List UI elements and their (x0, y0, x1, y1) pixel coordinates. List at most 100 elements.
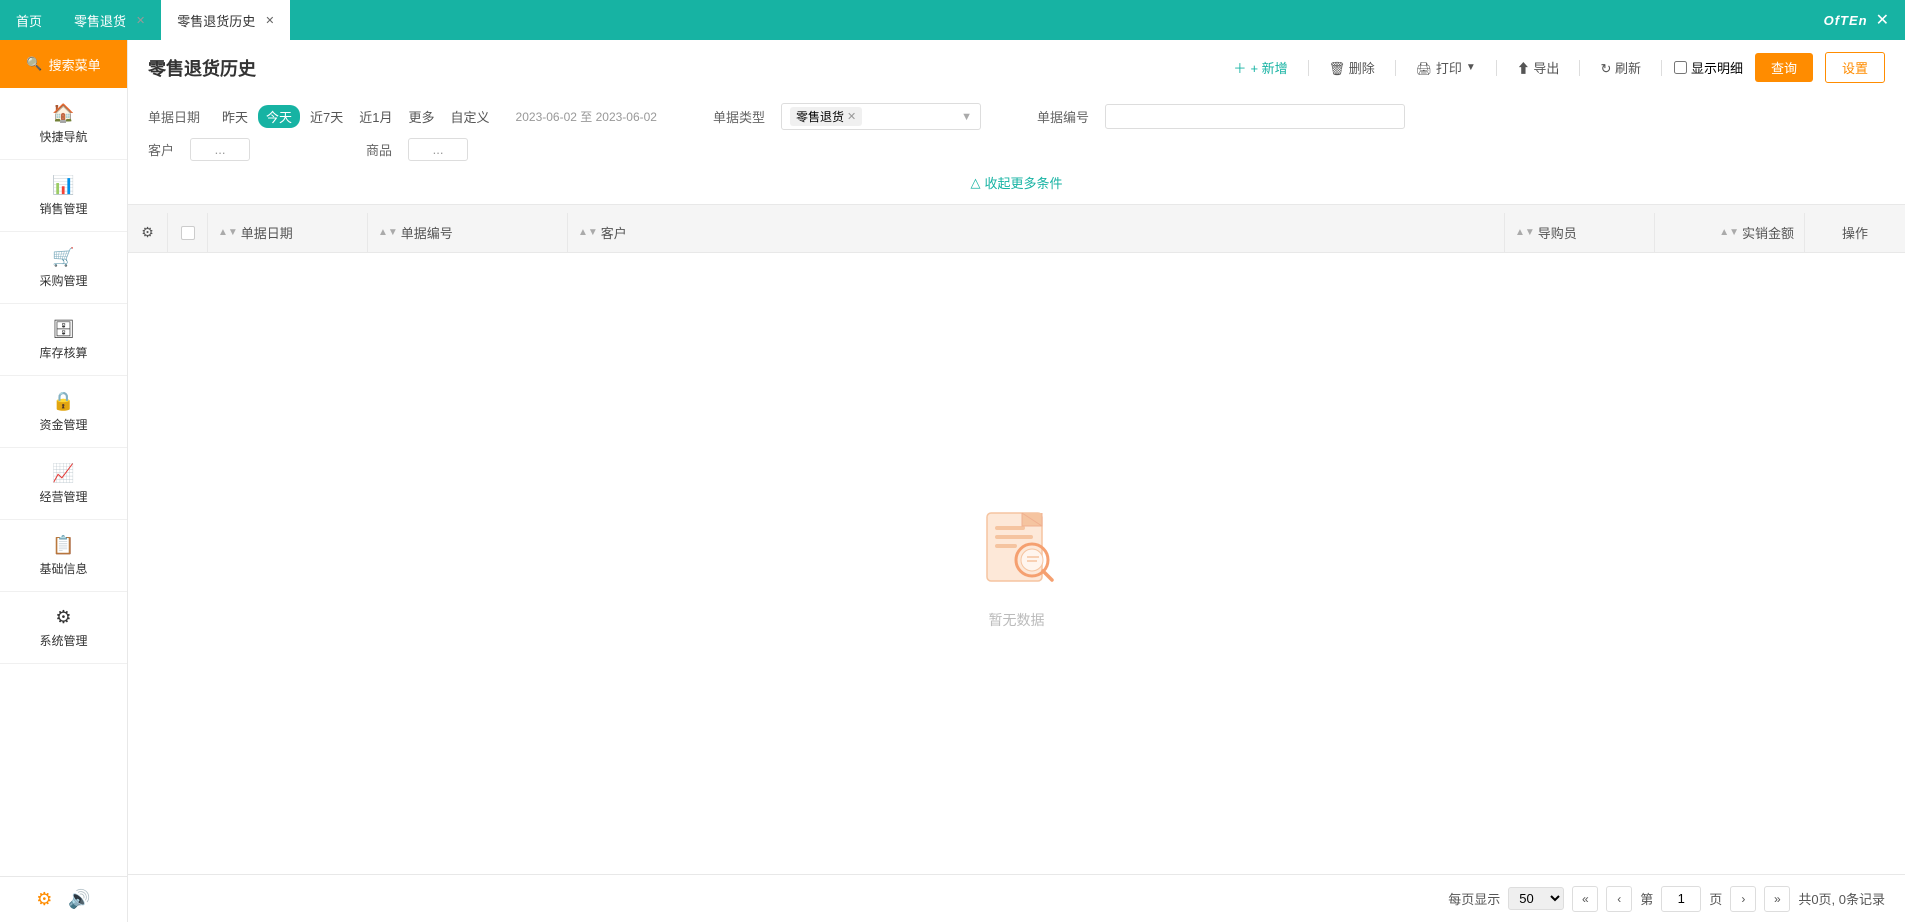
sidebar-item-operations-mgmt[interactable]: 📈 经营管理 (0, 448, 127, 520)
delete-label: 🗑 删除 (1329, 58, 1375, 77)
th-operation: 操作 (1805, 213, 1905, 252)
doc-number-label: 单据编号 (1037, 107, 1089, 126)
customer-picker[interactable]: ... (190, 138, 250, 161)
empty-text: 暂无数据 (989, 610, 1045, 630)
sidebar-item-basic-info[interactable]: 📋 基础信息 (0, 520, 127, 592)
th-customer-label: 客户 (601, 223, 627, 242)
collapse-button[interactable]: △ 收起更多条件 (958, 169, 1074, 196)
refresh-button[interactable]: ↻ 刷新 (1592, 54, 1649, 81)
doc-type-dropdown-icon: ▼ (961, 111, 972, 123)
th-date: ▲▼ 单据日期 (208, 213, 368, 252)
sidebar-item-sales-mgmt[interactable]: 📊 销售管理 (0, 160, 127, 232)
table-area: ⚙ ▲▼ 单据日期 ▲▼ 单据编号 ▲▼ 客户 ▲▼ (128, 213, 1905, 874)
export-button[interactable]: ⬆ 导出 (1509, 54, 1568, 81)
toolbar-divider-3 (1496, 60, 1497, 76)
sidebar-item-fund-mgmt[interactable]: 🔒 资金管理 (0, 376, 127, 448)
th-checkbox[interactable] (168, 213, 208, 252)
th-customer: ▲▼ 客户 (568, 213, 1505, 252)
th-number: ▲▼ 单据编号 (368, 213, 568, 252)
tab-home[interactable]: 首页 (0, 0, 58, 40)
operations-mgmt-icon: 📈 (53, 462, 75, 484)
settings-bottom-icon[interactable]: ⚙ (36, 889, 52, 910)
sort-amount-icon[interactable]: ▲▼ (1719, 228, 1739, 238)
purchase-mgmt-icon: 🛒 (53, 246, 75, 268)
date-filter-label: 单据日期 (148, 107, 200, 126)
last-page-button[interactable]: » (1764, 886, 1790, 912)
next-page-button[interactable]: › (1730, 886, 1756, 912)
date-opt-custom[interactable]: 自定义 (445, 105, 496, 128)
print-label: 🖨 打印 (1416, 58, 1462, 77)
tab-retail-return-label: 零售退货 (74, 11, 126, 30)
date-opt-last7[interactable]: 近7天 (304, 105, 349, 128)
product-picker[interactable]: ... (408, 138, 468, 161)
audio-bottom-icon[interactable]: 🔊 (68, 889, 90, 910)
window-close-icon[interactable]: ✕ (1876, 10, 1889, 30)
filter-row-1: 单据日期 昨天 今天 近7天 近1月 更多 自定义 2023-06-02 至 2… (148, 103, 1885, 130)
collapse-icon: △ (970, 175, 980, 191)
sort-date-icon[interactable]: ▲▼ (218, 228, 238, 238)
content-area: 零售退货历史 ＋ + 新增 🗑 删除 🖨 打印 ▼ (128, 40, 1905, 922)
select-all-checkbox[interactable] (181, 226, 195, 240)
sidebar-item-fund-mgmt-label: 资金管理 (39, 416, 87, 433)
date-opt-today[interactable]: 今天 (258, 105, 300, 128)
settings-button[interactable]: 设置 (1825, 52, 1885, 83)
sidebar-item-quick-nav[interactable]: 🏠 快捷导航 (0, 88, 127, 160)
sidebar-search-label: 搜索菜单 (49, 55, 101, 74)
new-button[interactable]: ＋ + 新增 (1225, 54, 1295, 81)
settings-label: 设置 (1842, 61, 1868, 76)
first-page-button[interactable]: « (1572, 886, 1598, 912)
empty-state: 暂无数据 (128, 253, 1905, 874)
sidebar-item-purchase-mgmt[interactable]: 🛒 采购管理 (0, 232, 127, 304)
doc-type-select[interactable]: 零售退货 ✕ ▼ (781, 103, 981, 130)
quick-nav-icon: 🏠 (53, 102, 75, 124)
page-label: 第 (1640, 889, 1653, 908)
th-operation-label: 操作 (1842, 223, 1868, 242)
page-number-input[interactable] (1661, 886, 1701, 912)
th-settings[interactable]: ⚙ (128, 213, 168, 252)
filter-row-2: 客户 ... 商品 ... (148, 138, 1885, 161)
show-detail-checkbox[interactable] (1674, 61, 1687, 74)
show-detail-checkbox-label[interactable]: 显示明细 (1674, 58, 1743, 77)
sidebar-item-inventory-calc[interactable]: 🗄 库存核算 (0, 304, 127, 376)
th-number-label: 单据编号 (401, 223, 453, 242)
sort-customer-icon[interactable]: ▲▼ (578, 228, 598, 238)
tab-retail-return-history-close[interactable]: ✕ (265, 14, 274, 27)
th-amount: ▲▼ 实销金额 (1655, 213, 1805, 252)
collapse-label: 收起更多条件 (984, 173, 1062, 192)
date-opt-last1m[interactable]: 近1月 (353, 105, 398, 128)
page-unit: 页 (1709, 889, 1722, 908)
print-button[interactable]: 🖨 打印 ▼ (1408, 54, 1484, 81)
sidebar-item-system-mgmt[interactable]: ⚙ 系统管理 (0, 592, 127, 664)
query-button[interactable]: 查询 (1755, 53, 1813, 82)
date-range-display: 2023-06-02 至 2023-06-02 (516, 108, 657, 125)
sidebar-item-inventory-calc-label: 库存核算 (39, 344, 87, 361)
doc-type-tag-close[interactable]: ✕ (847, 110, 856, 123)
sort-number-icon[interactable]: ▲▼ (378, 228, 398, 238)
show-detail-label: 显示明细 (1691, 58, 1743, 77)
top-bar-right: OfTEn ✕ (1824, 10, 1905, 30)
tab-retail-return-close[interactable]: ✕ (136, 14, 145, 27)
delete-button[interactable]: 🗑 删除 (1321, 54, 1383, 81)
tab-retail-return[interactable]: 零售退货 ✕ (58, 0, 161, 40)
query-label: 查询 (1771, 58, 1797, 77)
column-settings-icon[interactable]: ⚙ (141, 224, 154, 241)
product-label: 商品 (366, 140, 392, 159)
sidebar-search[interactable]: 🔍 搜索菜单 (0, 40, 127, 88)
page-header: 零售退货历史 ＋ + 新增 🗑 删除 🖨 打印 ▼ (128, 40, 1905, 205)
filter-area: 单据日期 昨天 今天 近7天 近1月 更多 自定义 2023-06-02 至 2… (148, 93, 1885, 196)
fund-mgmt-icon: 🔒 (53, 390, 75, 412)
sidebar-item-system-mgmt-label: 系统管理 (39, 632, 87, 649)
print-dropdown-icon: ▼ (1466, 62, 1476, 73)
page-title-row: 零售退货历史 ＋ + 新增 🗑 删除 🖨 打印 ▼ (148, 52, 1885, 83)
prev-page-button[interactable]: ‹ (1606, 886, 1632, 912)
date-opt-yesterday[interactable]: 昨天 (216, 105, 254, 128)
date-opt-more[interactable]: 更多 (403, 105, 441, 128)
sidebar-item-quick-nav-label: 快捷导航 (39, 128, 87, 145)
export-label: ⬆ 导出 (1517, 58, 1560, 77)
doc-number-input[interactable] (1105, 104, 1405, 129)
tab-retail-return-history[interactable]: 零售退货历史 ✕ (161, 0, 290, 40)
brand-text: OfTEn (1824, 13, 1868, 28)
toolbar-divider-5 (1661, 60, 1662, 76)
page-size-select[interactable]: 50 20 100 (1508, 887, 1564, 910)
sort-guide-icon[interactable]: ▲▼ (1515, 228, 1535, 238)
